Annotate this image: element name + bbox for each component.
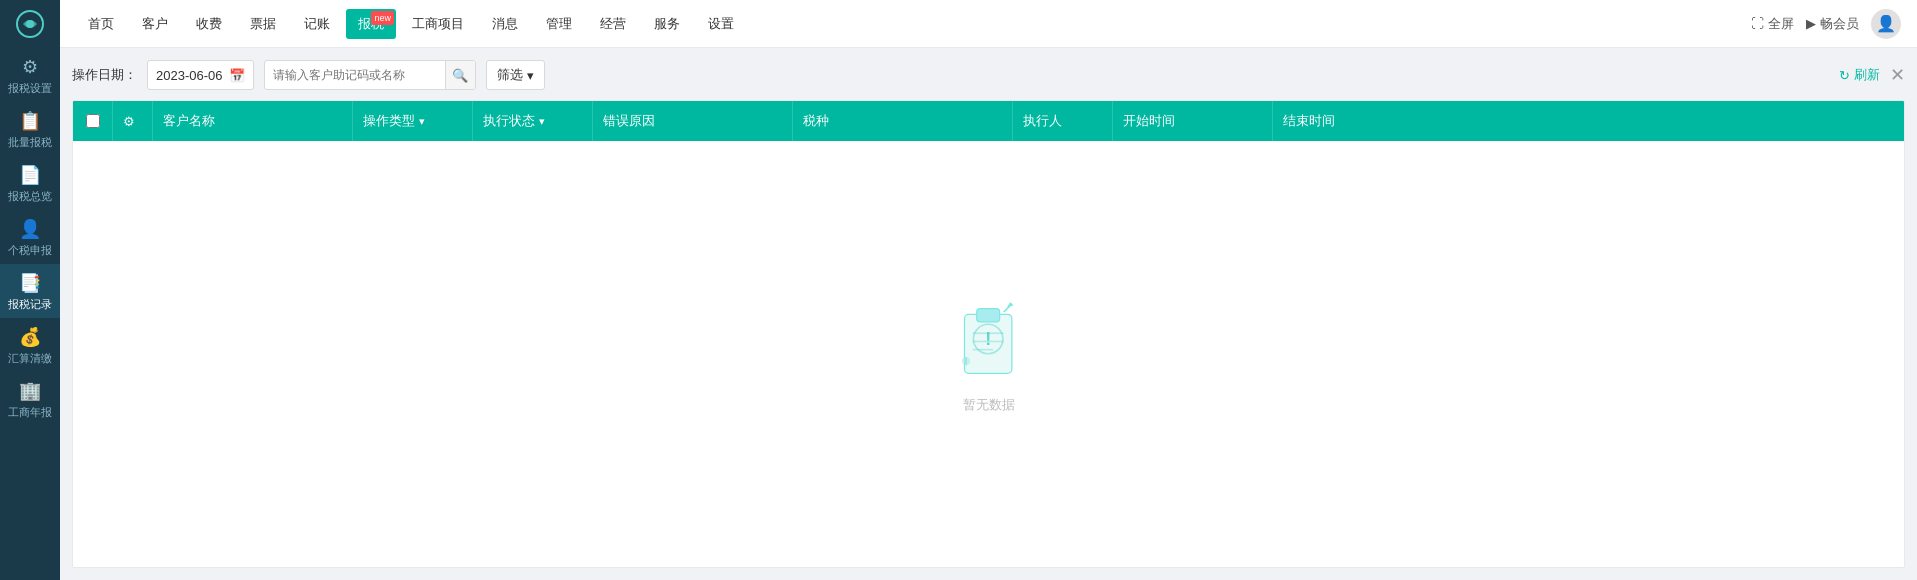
sidebar-item-tax-records-label: 报税记录 <box>8 297 52 312</box>
th-exec-status: 执行状态 ▾ <box>473 101 593 141</box>
personal-tax-icon: 👤 <box>19 218 41 240</box>
chevron-down-icon: ▾ <box>527 68 534 83</box>
empty-illustration: ! <box>944 294 1034 384</box>
tax-records-icon: 📑 <box>19 272 41 294</box>
filter-button[interactable]: 筛选 ▾ <box>486 60 545 90</box>
search-box: 🔍 <box>264 60 476 90</box>
sidebar-item-tax-overview-label: 报税总览 <box>8 189 52 204</box>
nav-badge-tax: new <box>371 11 394 25</box>
close-button[interactable]: ✕ <box>1890 66 1905 84</box>
refresh-icon: ↻ <box>1839 68 1850 83</box>
table-body-empty: ! 暂无数据 <box>73 141 1904 567</box>
sidebar-item-batch-tax[interactable]: 📋 批量报税 <box>0 102 60 156</box>
sidebar-item-tax-records[interactable]: 📑 报税记录 <box>0 264 60 318</box>
th-error-reason: 错误原因 <box>593 101 793 141</box>
sidebar-item-tax-settings[interactable]: ⚙ 报税设置 <box>0 48 60 102</box>
sidebar-item-annual-report[interactable]: 🏢 工商年报 <box>0 372 60 426</box>
th-gear[interactable]: ⚙ <box>113 101 153 141</box>
tax-overview-icon: 📄 <box>19 164 41 186</box>
sidebar-item-personal-tax-label: 个税申报 <box>8 243 52 258</box>
fullscreen-icon: ⛶ <box>1751 16 1764 31</box>
filter-icon-status[interactable]: ▾ <box>539 115 545 128</box>
nav-right: ⛶ 全屏 ▶ 畅会员 👤 <box>1751 9 1901 39</box>
nav-tax[interactable]: 报税new <box>346 9 396 39</box>
filter-label: 筛选 <box>497 66 523 84</box>
th-operation-type: 操作类型 ▾ <box>353 101 473 141</box>
th-start-time: 开始时间 <box>1113 101 1273 141</box>
member-label: 畅会员 <box>1820 15 1859 33</box>
filter-icon-op[interactable]: ▾ <box>419 115 425 128</box>
fullscreen-label: 全屏 <box>1768 15 1794 33</box>
th-customer-name: 客户名称 <box>153 101 353 141</box>
refresh-label: 刷新 <box>1854 66 1880 84</box>
toolbar: 操作日期： 2023-06-06 📅 🔍 筛选 ▾ ↻ 刷新 ✕ <box>72 60 1905 90</box>
batch-tax-icon: 📋 <box>19 110 41 132</box>
fullscreen-btn[interactable]: ⛶ 全屏 <box>1751 15 1794 33</box>
th-end-time: 结束时间 <box>1273 101 1433 141</box>
search-input[interactable] <box>265 64 445 86</box>
sidebar-logo <box>0 0 60 48</box>
nav-management[interactable]: 管理 <box>534 9 584 39</box>
nav-items: 首页客户收费票据记账报税new工商项目消息管理经营服务设置 <box>76 9 1751 39</box>
sidebar-item-tax-settings-label: 报税设置 <box>8 81 52 96</box>
search-icon: 🔍 <box>452 68 468 83</box>
settlement-icon: 💰 <box>19 326 41 348</box>
table-header: ⚙ 客户名称 操作类型 ▾ 执行状态 ▾ 错误原因 税种 <box>73 101 1904 141</box>
nav-billing[interactable]: 收费 <box>184 9 234 39</box>
svg-rect-3 <box>976 309 999 322</box>
refresh-button[interactable]: ↻ 刷新 <box>1839 66 1880 84</box>
nav-settings[interactable]: 设置 <box>696 9 746 39</box>
top-nav: 首页客户收费票据记账报税new工商项目消息管理经营服务设置 ⛶ 全屏 ▶ 畅会员… <box>60 0 1917 48</box>
sidebar: ⚙ 报税设置 📋 批量报税 📄 报税总览 👤 个税申报 📑 报税记录 💰 汇算清… <box>0 0 60 580</box>
sidebar-item-annual-report-label: 工商年报 <box>8 405 52 420</box>
sidebar-item-tax-overview[interactable]: 📄 报税总览 <box>0 156 60 210</box>
gear-icon: ⚙ <box>123 114 135 129</box>
svg-text:!: ! <box>985 329 991 349</box>
content-area: 操作日期： 2023-06-06 📅 🔍 筛选 ▾ ↻ 刷新 ✕ <box>60 48 1917 580</box>
select-all-checkbox[interactable] <box>86 114 100 128</box>
nav-home[interactable]: 首页 <box>76 9 126 39</box>
search-button[interactable]: 🔍 <box>445 60 475 90</box>
nav-operations[interactable]: 经营 <box>588 9 638 39</box>
nav-invoices[interactable]: 票据 <box>238 9 288 39</box>
data-table: ⚙ 客户名称 操作类型 ▾ 执行状态 ▾ 错误原因 税种 <box>72 100 1905 568</box>
avatar-icon: 👤 <box>1876 14 1896 33</box>
empty-state: ! 暂无数据 <box>944 294 1034 414</box>
nav-services[interactable]: 服务 <box>642 9 692 39</box>
close-icon: ✕ <box>1890 65 1905 85</box>
nav-messages[interactable]: 消息 <box>480 9 530 39</box>
nav-customers[interactable]: 客户 <box>130 9 180 39</box>
th-tax-type: 税种 <box>793 101 1013 141</box>
nav-accounts[interactable]: 记账 <box>292 9 342 39</box>
empty-text: 暂无数据 <box>963 396 1015 414</box>
calendar-icon: 📅 <box>229 68 245 83</box>
annual-report-icon: 🏢 <box>19 380 41 402</box>
main-area: 首页客户收费票据记账报税new工商项目消息管理经营服务设置 ⛶ 全屏 ▶ 畅会员… <box>60 0 1917 580</box>
video-icon: ▶ <box>1806 16 1816 31</box>
sidebar-item-batch-tax-label: 批量报税 <box>8 135 52 150</box>
user-avatar[interactable]: 👤 <box>1871 9 1901 39</box>
svg-point-1 <box>26 20 34 28</box>
date-picker[interactable]: 2023-06-06 📅 <box>147 60 254 90</box>
th-checkbox[interactable] <box>73 101 113 141</box>
sidebar-item-personal-tax[interactable]: 👤 个税申报 <box>0 210 60 264</box>
sidebar-item-settlement[interactable]: 💰 汇算清缴 <box>0 318 60 372</box>
date-value: 2023-06-06 <box>156 68 223 83</box>
th-executor: 执行人 <box>1013 101 1113 141</box>
member-btn[interactable]: ▶ 畅会员 <box>1806 15 1859 33</box>
nav-commerce[interactable]: 工商项目 <box>400 9 476 39</box>
date-label: 操作日期： <box>72 66 137 84</box>
sidebar-item-settlement-label: 汇算清缴 <box>8 351 52 366</box>
tax-settings-icon: ⚙ <box>22 56 38 78</box>
